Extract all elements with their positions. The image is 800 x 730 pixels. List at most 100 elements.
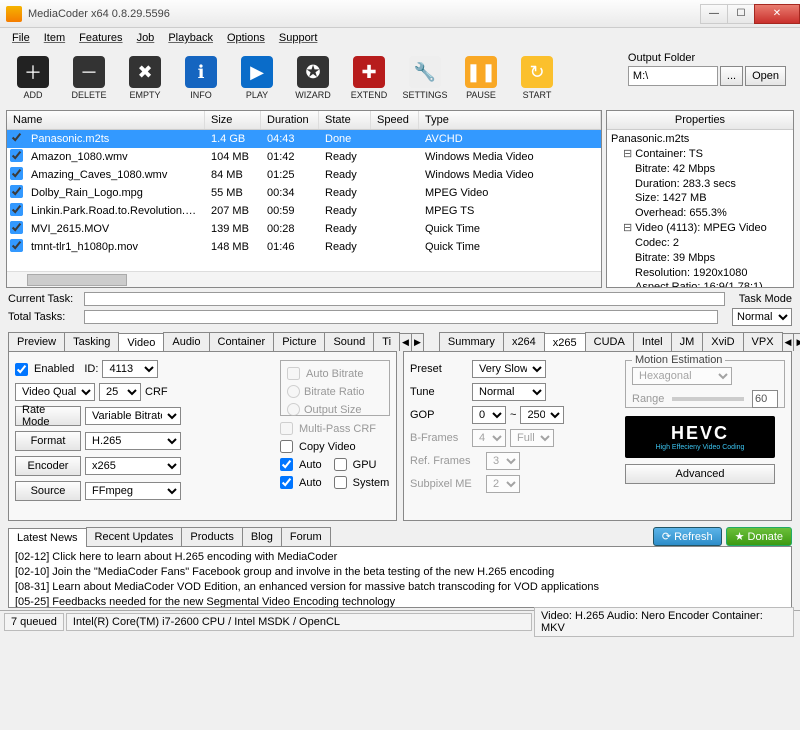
copy-video-checkbox[interactable] <box>280 440 293 453</box>
toolbar-play-button[interactable]: ▶PLAY <box>230 52 284 104</box>
maximize-button[interactable]: ☐ <box>727 4 755 24</box>
encoder-button[interactable]: Encoder <box>15 456 81 476</box>
tab-ti[interactable]: Ti <box>373 332 400 351</box>
file-row-checkbox[interactable] <box>10 149 23 162</box>
file-row[interactable]: Panasonic.m2ts1.4 GB04:43DoneAVCHD <box>7 130 601 148</box>
advanced-button[interactable]: Advanced <box>625 464 775 484</box>
menu-support[interactable]: Support <box>273 30 324 46</box>
file-row-checkbox[interactable] <box>10 131 23 144</box>
toolbar-info-button[interactable]: ℹINFO <box>174 52 228 104</box>
me-legend: Motion Estimation <box>632 354 725 366</box>
auto-source-checkbox[interactable] <box>280 476 293 489</box>
tab-picture[interactable]: Picture <box>273 332 325 351</box>
col-duration[interactable]: Duration <box>261 111 319 129</box>
menu-features[interactable]: Features <box>73 30 128 46</box>
menu-job[interactable]: Job <box>131 30 161 46</box>
gop-min-select[interactable]: 0 <box>472 406 506 424</box>
toolbar-wizard-button[interactable]: ✪WIZARD <box>286 52 340 104</box>
news-tab-blog[interactable]: Blog <box>242 527 282 546</box>
tab-cuda[interactable]: CUDA <box>585 332 634 351</box>
tab-summary[interactable]: Summary <box>439 332 504 351</box>
tab-jm[interactable]: JM <box>671 332 704 351</box>
news-tab-latest-news[interactable]: Latest News <box>8 528 87 547</box>
menu-options[interactable]: Options <box>221 30 271 46</box>
tab-tasking[interactable]: Tasking <box>64 332 119 351</box>
file-row[interactable]: Dolby_Rain_Logo.mpg55 MB00:34ReadyMPEG V… <box>7 184 601 202</box>
tab-audio[interactable]: Audio <box>163 332 209 351</box>
gop-max-select[interactable]: 250 <box>520 406 564 424</box>
video-quality-mode[interactable]: Video Quality <box>15 383 95 401</box>
news-tab-recent-updates[interactable]: Recent Updates <box>86 527 183 546</box>
file-row[interactable]: Amazon_1080.wmv104 MB01:42ReadyWindows M… <box>7 148 601 166</box>
col-name[interactable]: Name <box>7 111 205 129</box>
close-button[interactable]: ✕ <box>754 4 800 24</box>
tab-xvid[interactable]: XviD <box>702 332 743 351</box>
col-size[interactable]: Size <box>205 111 261 129</box>
col-state[interactable]: State <box>319 111 371 129</box>
encoder-select[interactable]: x265 <box>85 457 181 475</box>
donate-button[interactable]: ★ Donate <box>726 527 792 546</box>
file-row-checkbox[interactable] <box>10 239 23 252</box>
menu-file[interactable]: File <box>6 30 36 46</box>
output-folder-input[interactable] <box>628 66 718 86</box>
menu-item[interactable]: Item <box>38 30 71 46</box>
auto-encoder-checkbox[interactable] <box>280 458 293 471</box>
file-row[interactable]: Linkin.Park.Road.to.Revolution.20...207 … <box>7 202 601 220</box>
tab-preview[interactable]: Preview <box>8 332 65 351</box>
tab-x264[interactable]: x264 <box>503 332 545 351</box>
preset-select[interactable]: Very Slow <box>472 360 546 378</box>
file-row[interactable]: tmnt-tlr1_h1080p.mov148 MB01:46ReadyQuic… <box>7 238 601 256</box>
news-box[interactable]: [02-12] Click here to learn about H.265 … <box>8 546 792 608</box>
tune-select[interactable]: Normal <box>472 383 546 401</box>
gpu-checkbox[interactable] <box>334 458 347 471</box>
menu-playback[interactable]: Playback <box>162 30 219 46</box>
toolbar-pause-button[interactable]: ❚❚PAUSE <box>454 52 508 104</box>
source-button[interactable]: Source <box>15 481 81 501</box>
format-button[interactable]: Format <box>15 431 81 451</box>
output-browse-button[interactable]: ... <box>720 66 743 86</box>
news-tab-forum[interactable]: Forum <box>281 527 331 546</box>
output-open-button[interactable]: Open <box>745 66 786 86</box>
tab-container[interactable]: Container <box>209 332 275 351</box>
tab-x265[interactable]: x265 <box>544 333 586 352</box>
toolbar-extend-button[interactable]: ✚EXTEND <box>342 52 396 104</box>
col-type[interactable]: Type <box>419 111 601 129</box>
system-checkbox[interactable] <box>334 476 347 489</box>
video-id-select[interactable]: 4113 <box>102 360 158 378</box>
video-quality-value[interactable]: 25 <box>99 383 141 401</box>
toolbar-settings-button[interactable]: 🔧SETTINGS <box>398 52 452 104</box>
toolbar-delete-button[interactable]: －DELETE <box>62 52 116 104</box>
me-range-value <box>752 390 778 408</box>
news-tab-products[interactable]: Products <box>181 527 242 546</box>
source-select[interactable]: FFmpeg <box>85 482 181 500</box>
rate-mode-select[interactable]: Variable Bitrate <box>85 407 181 425</box>
status-codec: Video: H.265 Audio: Nero Encoder Contain… <box>534 607 794 637</box>
video-enabled-checkbox[interactable] <box>15 363 28 376</box>
tab-scroll-arrow[interactable]: ▶ <box>793 333 800 351</box>
file-row-checkbox[interactable] <box>10 221 23 234</box>
toolbar-start-button[interactable]: ↻START <box>510 52 564 104</box>
toolbar-add-button[interactable]: ＋ADD <box>6 52 60 104</box>
refresh-button[interactable]: ⟳ Refresh <box>653 527 722 546</box>
news-item[interactable]: [02-12] Click here to learn about H.265 … <box>15 550 785 565</box>
tab-video[interactable]: Video <box>118 333 164 352</box>
tab-intel[interactable]: Intel <box>633 332 672 351</box>
file-row-checkbox[interactable] <box>10 203 23 216</box>
task-mode-select[interactable]: Normal <box>732 308 792 326</box>
file-row[interactable]: Amazing_Caves_1080.wmv84 MB01:25ReadyWin… <box>7 166 601 184</box>
file-list[interactable]: Name Size Duration State Speed Type Pana… <box>6 110 602 288</box>
toolbar-empty-button[interactable]: ✖EMPTY <box>118 52 172 104</box>
minimize-button[interactable]: — <box>700 4 728 24</box>
news-item[interactable]: [08-31] Learn about MediaCoder VOD Editi… <box>15 580 785 595</box>
rate-mode-button[interactable]: Rate Mode <box>15 406 81 426</box>
tab-vpx[interactable]: VPX <box>743 332 783 351</box>
format-select[interactable]: H.265 <box>85 432 181 450</box>
file-list-scrollbar[interactable] <box>7 271 601 287</box>
col-speed[interactable]: Speed <box>371 111 419 129</box>
news-item[interactable]: [02-10] Join the "MediaCoder Fans" Faceb… <box>15 565 785 580</box>
file-row-checkbox[interactable] <box>10 185 23 198</box>
file-row-checkbox[interactable] <box>10 167 23 180</box>
tab-scroll-arrow[interactable]: ▶ <box>411 333 424 351</box>
file-row[interactable]: MVI_2615.MOV139 MB00:28ReadyQuick Time <box>7 220 601 238</box>
tab-sound[interactable]: Sound <box>324 332 374 351</box>
